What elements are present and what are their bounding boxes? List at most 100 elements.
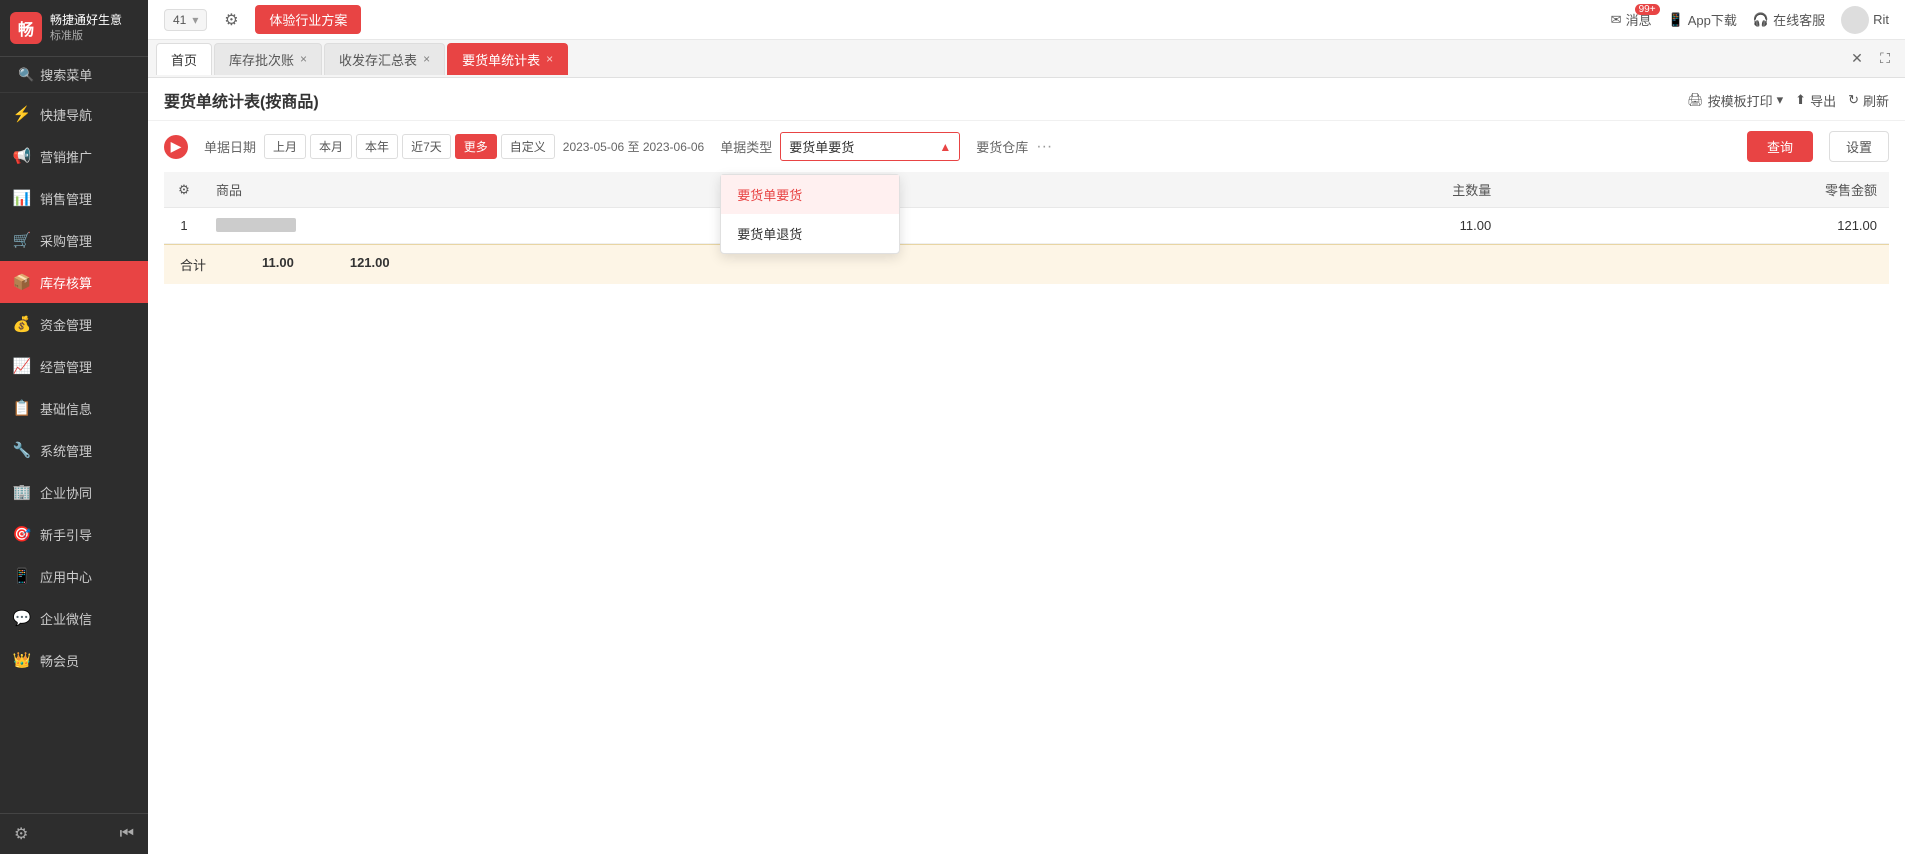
tab-home[interactable]: 首页: [156, 43, 212, 75]
finance-icon: 💰: [12, 314, 32, 334]
content-area: 要货单统计表(按商品) 🖨 按模板打印 ▾ ⬆ 导出 ↻ 刷新: [148, 78, 1905, 854]
more-filters-icon[interactable]: ···: [1036, 138, 1052, 156]
main-area: 41 ▾ ⚙ 体验行业方案 ✉ 消息 99+ 📱 App下载 🎧 在线客服 R: [148, 0, 1905, 854]
expand-filter-button[interactable]: ▶: [164, 135, 188, 159]
system-icon: 🔧: [12, 440, 32, 460]
last-month-btn[interactable]: 上月: [264, 134, 306, 159]
more-dates-btn[interactable]: 更多: [455, 134, 497, 159]
close-tab-receive-summary[interactable]: ×: [423, 52, 430, 66]
sidebar-item-purchase[interactable]: 🛒 采购管理: [0, 219, 148, 261]
user-profile[interactable]: Rit: [1841, 6, 1889, 34]
close-tab-order-stat[interactable]: ×: [546, 52, 553, 66]
footer-amount: 121.00: [342, 255, 390, 274]
refresh-button[interactable]: ↻ 刷新: [1848, 91, 1889, 110]
dropdown-item-return[interactable]: 要货单退货: [721, 214, 899, 253]
refresh-icon: ↻: [1848, 92, 1859, 108]
tab-bar: 首页 库存批次账 × 收发存汇总表 × 要货单统计表 × ✕ ⛶: [148, 40, 1905, 78]
row-product: [204, 208, 732, 244]
table-header-row: ⚙ 商品 主计量单位 主数量 零售金额: [164, 172, 1889, 208]
sidebar-item-quick-nav[interactable]: ⚡ 快捷导航: [0, 93, 148, 135]
this-month-btn[interactable]: 本月: [310, 134, 352, 159]
table-wrapper: ⚙ 商品 主计量单位 主数量 零售金额 1 块 11.: [148, 172, 1905, 244]
page-title: 要货单统计表(按商品): [164, 88, 319, 112]
tab-bar-actions: ✕ ⛶: [1845, 47, 1897, 71]
messages-icon: ✉: [1611, 12, 1622, 28]
sidebar-item-inventory[interactable]: 📦 库存核算: [0, 261, 148, 303]
chevron-down-icon: ▾: [192, 13, 198, 27]
type-select[interactable]: 要货单要货 ▲: [780, 132, 960, 161]
type-filter-group: 单据类型 要货单要货 ▲ 要货单要货 要货单退货: [720, 132, 960, 161]
footer-qty: 11.00: [254, 255, 294, 274]
trial-button[interactable]: 体验行业方案: [255, 5, 361, 34]
table-footer: 合计 11.00 121.00: [164, 244, 1889, 284]
company-selector[interactable]: 41 ▾: [164, 9, 207, 31]
logo-icon: 畅: [10, 12, 42, 44]
sidebar-item-guide[interactable]: 🎯 新手引导: [0, 513, 148, 555]
tab-receive-summary[interactable]: 收发存汇总表 ×: [324, 43, 445, 75]
tab-batch-account[interactable]: 库存批次账 ×: [214, 43, 322, 75]
close-tab-batch-account[interactable]: ×: [300, 52, 307, 66]
column-settings-button[interactable]: 设置: [1829, 131, 1889, 162]
amount-column-header: 零售金额: [1503, 172, 1889, 208]
date-label: 单据日期: [204, 137, 256, 156]
page-actions: 🖨 按模板打印 ▾ ⬆ 导出 ↻ 刷新: [1687, 91, 1889, 110]
enterprise-icon: 🏢: [12, 482, 32, 502]
sales-icon: 📊: [12, 188, 32, 208]
sidebar-item-enterprise[interactable]: 🏢 企业协同: [0, 471, 148, 513]
sidebar-item-sales[interactable]: 📊 销售管理: [0, 177, 148, 219]
sidebar-item-system[interactable]: 🔧 系统管理: [0, 429, 148, 471]
download-icon: 📱: [1668, 12, 1684, 28]
tab-order-stat[interactable]: 要货单统计表 ×: [447, 43, 568, 75]
marketing-icon: 📢: [12, 146, 32, 166]
operation-icon: 📈: [12, 356, 32, 376]
sidebar-item-finance[interactable]: 💰 资金管理: [0, 303, 148, 345]
row-no: 1: [164, 208, 204, 244]
export-icon: ⬆: [1795, 92, 1806, 108]
qty-column-header: 主数量: [1183, 172, 1503, 208]
sidebar-item-wechat[interactable]: 💬 企业微信: [0, 597, 148, 639]
date-buttons: 上月 本月 本年 近7天 更多 自定义: [264, 134, 555, 159]
inventory-icon: 📦: [12, 272, 32, 292]
sidebar-item-app-center[interactable]: 📱 应用中心: [0, 555, 148, 597]
sidebar: 畅 畅捷通好生意 标准版 🔍 搜索菜单 ⚡ 快捷导航 📢 营销推广 📊 销售管理…: [0, 0, 148, 854]
user-avatar: [1841, 6, 1869, 34]
this-year-btn[interactable]: 本年: [356, 134, 398, 159]
search-menu[interactable]: 🔍 搜索菜单: [0, 57, 148, 93]
settings-footer-icon[interactable]: ⚙: [14, 824, 28, 844]
filter-bar: ▶ 单据日期 上月 本月 本年 近7天 更多 自定义 2023-05-06 至 …: [148, 121, 1905, 172]
sidebar-item-basic[interactable]: 📋 基础信息: [0, 387, 148, 429]
page-header: 要货单统计表(按商品) 🖨 按模板打印 ▾ ⬆ 导出 ↻ 刷新: [148, 78, 1905, 121]
header-right: ✉ 消息 99+ 📱 App下载 🎧 在线客服 Rit: [1611, 6, 1889, 34]
app-download-button[interactable]: 📱 App下载: [1668, 10, 1737, 29]
settings-gear-button[interactable]: ⚙: [217, 6, 245, 34]
collapse-icon[interactable]: ⏮: [120, 825, 134, 843]
query-button[interactable]: 查询: [1747, 131, 1813, 162]
purchase-icon: 🛒: [12, 230, 32, 250]
search-icon: 🔍: [18, 67, 34, 83]
print-chevron-icon: ▾: [1777, 92, 1784, 108]
date-filter-group: 单据日期 上月 本月 本年 近7天 更多 自定义 2023-05-06 至 20…: [204, 134, 704, 159]
data-table: ⚙ 商品 主计量单位 主数量 零售金额 1 块 11.: [164, 172, 1889, 244]
type-select-arrow-icon: ▲: [939, 140, 951, 154]
quick-nav-icon: ⚡: [12, 104, 32, 124]
custom-date-btn[interactable]: 自定义: [501, 134, 555, 159]
export-button[interactable]: ⬆ 导出: [1795, 91, 1836, 110]
settings-column-header[interactable]: ⚙: [164, 172, 204, 208]
close-all-tabs-button[interactable]: ✕: [1845, 47, 1869, 71]
messages-button[interactable]: ✉ 消息 99+: [1611, 10, 1652, 29]
sidebar-item-operation[interactable]: 📈 经营管理: [0, 345, 148, 387]
product-column-header: 商品: [204, 172, 732, 208]
guide-icon: 🎯: [12, 524, 32, 544]
dropdown-item-order[interactable]: 要货单要货: [721, 175, 899, 214]
sidebar-item-marketing[interactable]: 📢 营销推广: [0, 135, 148, 177]
online-service-button[interactable]: 🎧 在线客服: [1753, 10, 1825, 29]
sidebar-item-member[interactable]: 👑 畅会员: [0, 639, 148, 681]
warehouse-label: 要货仓库: [976, 137, 1028, 156]
member-icon: 👑: [12, 650, 32, 670]
last-7-days-btn[interactable]: 近7天: [402, 134, 451, 159]
maximize-button[interactable]: ⛶: [1873, 47, 1897, 71]
type-select-value: 要货单要货: [789, 137, 939, 156]
print-button[interactable]: 🖨 按模板打印 ▾: [1687, 91, 1783, 110]
basic-icon: 📋: [12, 398, 32, 418]
wechat-icon: 💬: [12, 608, 32, 628]
